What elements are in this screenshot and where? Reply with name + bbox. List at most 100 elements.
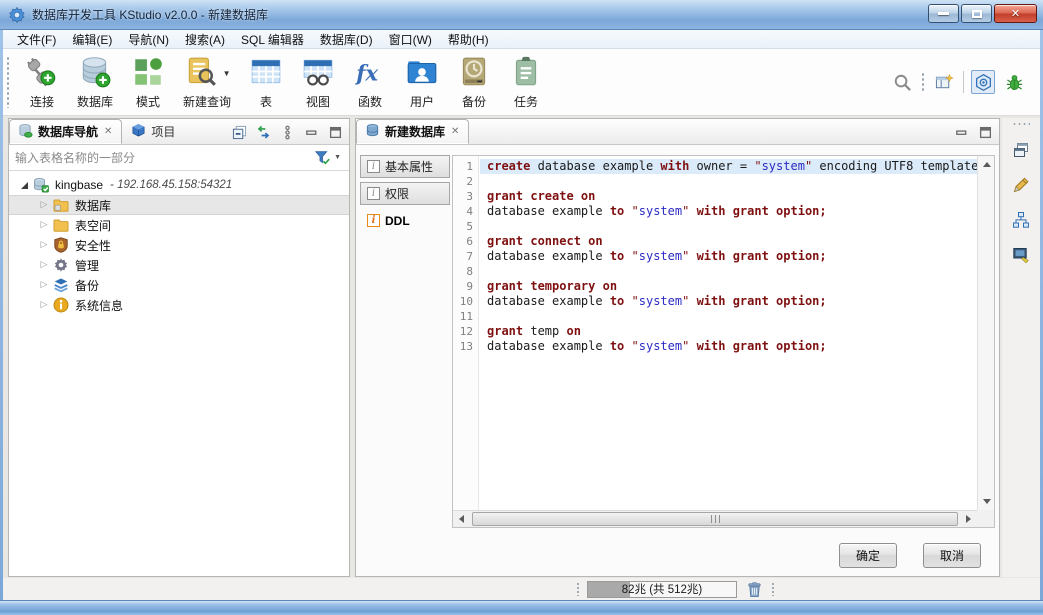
garbage-collect-button[interactable]: [744, 579, 764, 599]
connect-button[interactable]: 连接: [16, 53, 68, 112]
kstudio-perspective-icon[interactable]: [971, 70, 995, 94]
expand-arrow-icon[interactable]: [17, 181, 31, 189]
link-with-editor-icon[interactable]: [255, 124, 271, 140]
dropdown-caret-icon[interactable]: ▼: [223, 69, 231, 78]
scroll-right-icon[interactable]: [960, 511, 977, 527]
line-number: 2: [466, 175, 473, 188]
tree-row-system-info[interactable]: ▷ 系统信息: [9, 295, 349, 315]
scroll-down-icon[interactable]: [978, 493, 995, 510]
task-button[interactable]: 任务: [500, 53, 552, 112]
sql-editor-icon[interactable]: [1010, 174, 1032, 196]
table-name-filter-input[interactable]: [9, 145, 311, 170]
window-frame-bottom: [0, 600, 1043, 615]
tree-item-label: 表空间: [75, 218, 112, 233]
toolbar-grip[interactable]: [921, 72, 925, 92]
table-button[interactable]: 表: [240, 53, 292, 112]
scrollbar-thumb[interactable]: [472, 512, 958, 526]
code-area[interactable]: create database example with owner = "sy…: [480, 156, 977, 510]
search-icon[interactable]: [890, 70, 914, 94]
tab-label: 新建数据库: [385, 125, 446, 139]
scrollbar-corner: [977, 510, 994, 527]
ok-button[interactable]: 确定: [839, 543, 897, 568]
titlebar[interactable]: 数据库开发工具 KStudio v2.0.0 - 新建数据库 ✕: [0, 0, 1043, 30]
tree-row-kingbase[interactable]: kingbase - 192.168.45.158:54321: [9, 175, 349, 195]
sql-editor[interactable]: 1 2 3 4 5 6 7 8 9 10 11 12 13 create database exampl…: [452, 155, 995, 528]
user-button[interactable]: 用户: [396, 53, 448, 112]
maximize-view-icon[interactable]: [977, 124, 993, 140]
collapse-arrow-icon[interactable]: ▷: [37, 260, 51, 270]
database-tree: kingbase - 192.168.45.158:54321 ▷ 数据库 ▷ 表空间…: [9, 171, 349, 576]
restore-views-icon[interactable]: [1010, 139, 1032, 161]
tree-row-databases[interactable]: ▷ 数据库: [9, 195, 349, 215]
new-query-button[interactable]: ▼ 新建查询: [174, 53, 240, 112]
menu-item-help[interactable]: 帮助(H): [440, 29, 497, 50]
tree-row-management[interactable]: ▷ 管理: [9, 255, 349, 275]
trash-icon: [747, 581, 761, 597]
tree-row-security[interactable]: ▷ 安全性: [9, 235, 349, 255]
tab-database-navigator[interactable]: 数据库导航 ✕: [9, 119, 123, 144]
maximize-button[interactable]: [961, 4, 992, 23]
menu-item-edit[interactable]: 编辑(E): [64, 29, 120, 50]
scroll-up-icon[interactable]: [978, 156, 995, 173]
code-line: database example to "system" with grant …: [487, 294, 827, 308]
table-icon: [249, 55, 283, 92]
menu-item-search[interactable]: 搜索(A): [177, 29, 233, 50]
close-button[interactable]: ✕: [994, 4, 1037, 23]
side-tab-permissions[interactable]: i 权限: [360, 182, 450, 205]
scroll-left-icon[interactable]: [453, 511, 470, 527]
collapse-all-icon[interactable]: [231, 124, 247, 140]
side-tab-basic-properties[interactable]: i 基本属性: [360, 155, 450, 178]
line-number: 8: [466, 265, 473, 278]
view-button[interactable]: 视图: [292, 53, 344, 112]
menu-item-window[interactable]: 窗口(W): [381, 29, 440, 50]
task-label: 任务: [514, 95, 539, 109]
menu-item-database[interactable]: 数据库(D): [312, 29, 381, 50]
filter-icon: [315, 151, 330, 165]
drag-grip[interactable]: [1012, 122, 1030, 126]
menu-item-sql-editor[interactable]: SQL 编辑器: [233, 29, 312, 50]
menu-item-file[interactable]: 文件(F): [9, 29, 64, 50]
collapse-arrow-icon[interactable]: ▷: [37, 300, 51, 310]
code-line: grant temporary on: [487, 279, 618, 293]
tab-project[interactable]: 项目: [122, 119, 184, 144]
server-connection-icon: [33, 177, 50, 193]
navigator-panel: 数据库导航 ✕ 项目 ▼: [8, 118, 350, 577]
topology-view-icon[interactable]: [1010, 209, 1032, 231]
line-number: 12: [459, 325, 473, 338]
collapse-arrow-icon[interactable]: ▷: [37, 220, 51, 230]
minimize-view-icon[interactable]: [953, 124, 969, 140]
view-icon: [301, 55, 335, 92]
close-tab-icon[interactable]: ✕: [103, 126, 113, 137]
console-view-icon[interactable]: [1010, 244, 1032, 266]
cancel-button[interactable]: 取消: [923, 543, 981, 568]
editor-tabbar: 新建数据库 ✕: [356, 119, 999, 145]
collapse-arrow-icon[interactable]: ▷: [37, 240, 51, 250]
open-perspective-icon[interactable]: [932, 70, 956, 94]
tab-label: 数据库导航: [38, 125, 99, 139]
drag-grip[interactable]: [771, 582, 775, 596]
side-tab-label: DDL: [385, 213, 410, 228]
minimize-view-icon[interactable]: [303, 124, 319, 140]
tab-new-database[interactable]: 新建数据库 ✕: [356, 119, 470, 144]
collapse-arrow-icon[interactable]: ▷: [37, 200, 51, 210]
editor-horizontal-scrollbar[interactable]: [453, 510, 977, 527]
maximize-view-icon[interactable]: [327, 124, 343, 140]
minimize-button[interactable]: [928, 4, 959, 23]
filter-row: ▼: [9, 145, 349, 171]
schema-button[interactable]: 模式: [122, 53, 174, 112]
side-tab-ddl[interactable]: i DDL: [360, 209, 450, 232]
database-button[interactable]: 数据库: [68, 53, 122, 112]
tree-row-backup[interactable]: ▷ 备份: [9, 275, 349, 295]
collapse-arrow-icon[interactable]: ▷: [37, 280, 51, 290]
debug-perspective-icon[interactable]: [1002, 70, 1026, 94]
close-tab-icon[interactable]: ✕: [450, 126, 460, 137]
function-button[interactable]: fx 函数: [344, 53, 396, 112]
toolbar-grip[interactable]: [6, 56, 10, 108]
tree-row-tablespaces[interactable]: ▷ 表空间: [9, 215, 349, 235]
drag-grip[interactable]: [576, 582, 580, 596]
menu-item-navigate[interactable]: 导航(N): [120, 29, 177, 50]
backup-button[interactable]: 备份: [448, 53, 500, 112]
view-menu-icon[interactable]: [279, 124, 295, 140]
filter-button[interactable]: ▼: [310, 146, 349, 170]
editor-vertical-scrollbar[interactable]: [977, 156, 994, 510]
